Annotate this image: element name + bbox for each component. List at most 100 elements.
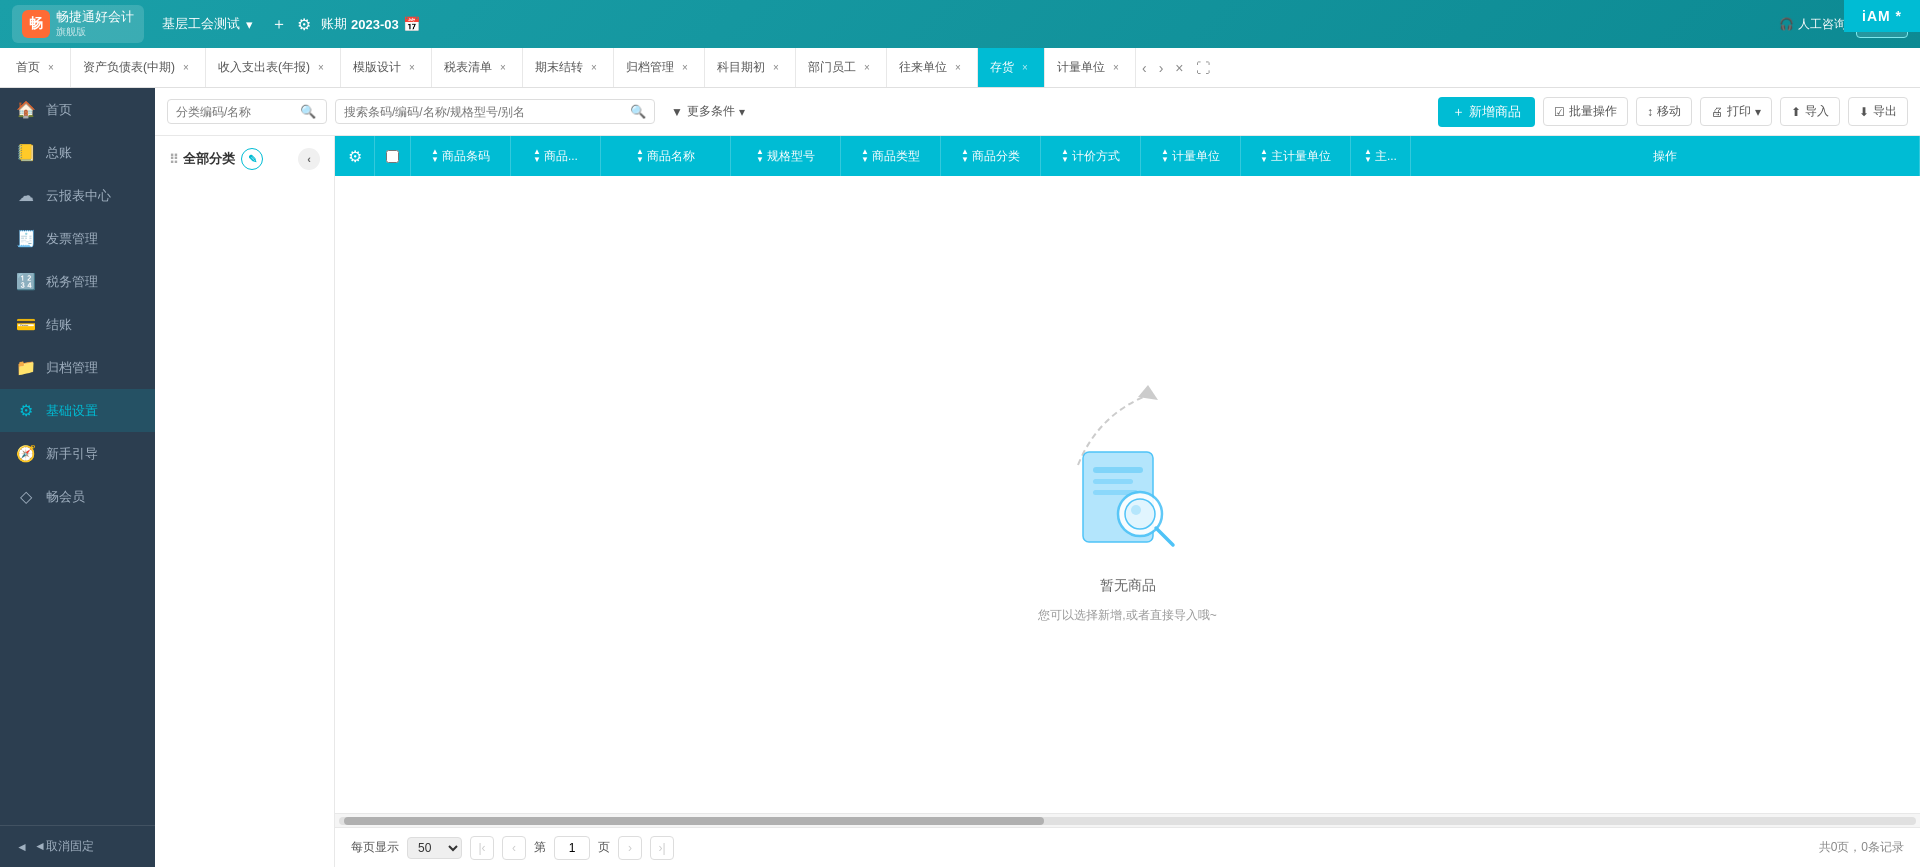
tab-customer[interactable]: 往来单位 × (887, 48, 978, 88)
category-header[interactable]: ⠿ 全部分类 ✎ ‹ (163, 144, 326, 174)
sidebar-item-archive[interactable]: 📁 归档管理 (0, 346, 155, 389)
workspace-selector[interactable]: 基层工会测试 ▾ (154, 11, 261, 37)
tab-archive-label: 归档管理 (626, 59, 674, 76)
tab-unit-label: 计量单位 (1057, 59, 1105, 76)
import-btn[interactable]: ⬆ 导入 (1780, 97, 1840, 126)
tab-nav-right[interactable]: › (1153, 48, 1170, 88)
sidebar-item-invoice[interactable]: 🧾 发票管理 (0, 217, 155, 260)
add-btn-label: 新增商品 (1469, 103, 1521, 121)
page-number-input[interactable] (554, 836, 590, 860)
th-checkbox[interactable] (375, 136, 411, 176)
tax-icon: 🔢 (16, 272, 36, 291)
unpin-icon: ◄ (16, 840, 28, 854)
sidebar-unpin-btn[interactable]: ◄ ◄取消固定 (0, 825, 155, 867)
export-btn[interactable]: ⬇ 导出 (1848, 97, 1908, 126)
th-spec[interactable]: ▲▼ 规格型号 (731, 136, 841, 176)
svg-point-6 (1125, 499, 1155, 529)
th-extra[interactable]: ▲▼ 主... (1351, 136, 1411, 176)
tab-inventory-close[interactable]: × (1018, 61, 1032, 75)
batch-ops-btn[interactable]: ☑ 批量操作 (1543, 97, 1628, 126)
headset-icon: 🎧 (1779, 17, 1794, 31)
th-name[interactable]: ▲▼ 商品名称 (601, 136, 731, 176)
tab-subject-close[interactable]: × (769, 61, 783, 75)
tab-period-transfer-close[interactable]: × (587, 61, 601, 75)
sidebar-item-ledger[interactable]: 📒 总账 (0, 131, 155, 174)
scroll-thumb[interactable] (344, 817, 1044, 825)
calendar-icon[interactable]: 📅 (403, 16, 420, 32)
tab-archive-close[interactable]: × (678, 61, 692, 75)
tab-subject[interactable]: 科目期初 × (705, 48, 796, 88)
logo-area[interactable]: 畅 畅捷通好会计 旗舰版 (12, 5, 144, 43)
batch-icon: ☑ (1554, 105, 1565, 119)
product-search-box[interactable]: 🔍 (335, 99, 655, 124)
th-category[interactable]: ▲▼ 商品分类 (941, 136, 1041, 176)
settings-icon-btn[interactable]: ⚙ (297, 15, 311, 34)
tab-unit-close[interactable]: × (1109, 61, 1123, 75)
tab-homepage[interactable]: 首页 × (4, 48, 71, 88)
th-barcode[interactable]: ▲▼ 商品条码 (411, 136, 511, 176)
tab-unit[interactable]: 计量单位 × (1045, 48, 1136, 88)
classify-search-input[interactable] (176, 105, 296, 119)
per-page-select[interactable]: 50 100 200 (407, 837, 462, 859)
classify-search-box[interactable]: 🔍 (167, 99, 327, 124)
print-btn[interactable]: 🖨 打印 ▾ (1700, 97, 1772, 126)
closing-icon: 💳 (16, 315, 36, 334)
more-conditions-btn[interactable]: ▼ 更多条件 ▾ (663, 99, 753, 124)
service-btn[interactable]: 🎧 人工咨询 (1779, 16, 1846, 33)
page-next-btn[interactable]: › (618, 836, 642, 860)
tab-dept-close[interactable]: × (860, 61, 874, 75)
th-code[interactable]: ▲▼ 商品... (511, 136, 601, 176)
tab-income[interactable]: 收入支出表(年报) × (206, 48, 341, 88)
th-settings[interactable]: ⚙ (335, 136, 375, 176)
th-main-unit[interactable]: ▲▼ 主计量单位 (1241, 136, 1351, 176)
more-conditions-label: 更多条件 (687, 103, 735, 120)
tab-homepage-close[interactable]: × (44, 61, 58, 75)
select-all-checkbox[interactable] (386, 150, 399, 163)
page-prev-btn[interactable]: ‹ (502, 836, 526, 860)
tab-customer-close[interactable]: × (951, 61, 965, 75)
th-type[interactable]: ▲▼ 商品类型 (841, 136, 941, 176)
tab-income-label: 收入支出表(年报) (218, 59, 310, 76)
svg-rect-3 (1093, 479, 1133, 484)
tab-period-transfer[interactable]: 期末结转 × (523, 48, 614, 88)
horizontal-scrollbar[interactable] (335, 813, 1920, 827)
sidebar-item-guide[interactable]: 🧭 新手引导 (0, 432, 155, 475)
product-search-icon[interactable]: 🔍 (630, 104, 646, 119)
scroll-track[interactable] (339, 817, 1916, 825)
period-display: 账期 2023-03 📅 (321, 15, 420, 33)
sidebar-item-member[interactable]: ◇ 畅会员 (0, 475, 155, 518)
tab-balance-sheet[interactable]: 资产负债表(中期) × (71, 48, 206, 88)
classify-search-icon[interactable]: 🔍 (300, 104, 316, 119)
page-first-btn[interactable]: |‹ (470, 836, 494, 860)
th-unit[interactable]: ▲▼ 计量单位 (1141, 136, 1241, 176)
page-last-btn[interactable]: ›| (650, 836, 674, 860)
archive-icon: 📁 (16, 358, 36, 377)
tab-tax-close[interactable]: × (496, 61, 510, 75)
add-workspace-btn[interactable]: ＋ (271, 14, 287, 35)
iam-badge[interactable]: iAM * (1844, 0, 1920, 32)
sidebar-item-closing[interactable]: 💳 结账 (0, 303, 155, 346)
sub-header: 🔍 🔍 ▼ 更多条件 ▾ ＋ 新增商品 ☑ 批量操作 (155, 88, 1920, 136)
sidebar-item-tax[interactable]: 🔢 税务管理 (0, 260, 155, 303)
tab-dept[interactable]: 部门员工 × (796, 48, 887, 88)
tab-template[interactable]: 模版设计 × (341, 48, 432, 88)
tab-income-close[interactable]: × (314, 61, 328, 75)
tab-template-close[interactable]: × (405, 61, 419, 75)
category-collapse-btn[interactable]: ‹ (298, 148, 320, 170)
tab-inventory[interactable]: 存货 × (978, 48, 1045, 88)
move-btn[interactable]: ↕ 移动 (1636, 97, 1692, 126)
add-product-btn[interactable]: ＋ 新增商品 (1438, 97, 1535, 127)
category-edit-btn[interactable]: ✎ (241, 148, 263, 170)
tab-tax[interactable]: 税表清单 × (432, 48, 523, 88)
tab-close-all[interactable]: × (1169, 48, 1189, 88)
tab-expand[interactable]: ⛶ (1190, 48, 1216, 88)
sidebar-item-reports[interactable]: ☁ 云报表中心 (0, 174, 155, 217)
tab-nav-left[interactable]: ‹ (1136, 48, 1153, 88)
sidebar-item-home[interactable]: 🏠 首页 (0, 88, 155, 131)
sidebar-item-settings[interactable]: ⚙ 基础设置 (0, 389, 155, 432)
product-search-input[interactable] (344, 105, 626, 119)
th-price[interactable]: ▲▼ 计价方式 (1041, 136, 1141, 176)
table-header-row: ⚙ ▲▼ 商品条码 ▲▼ 商品... ▲▼ 商品名称 (335, 136, 1920, 176)
tab-balance-sheet-close[interactable]: × (179, 61, 193, 75)
tab-archive[interactable]: 归档管理 × (614, 48, 705, 88)
